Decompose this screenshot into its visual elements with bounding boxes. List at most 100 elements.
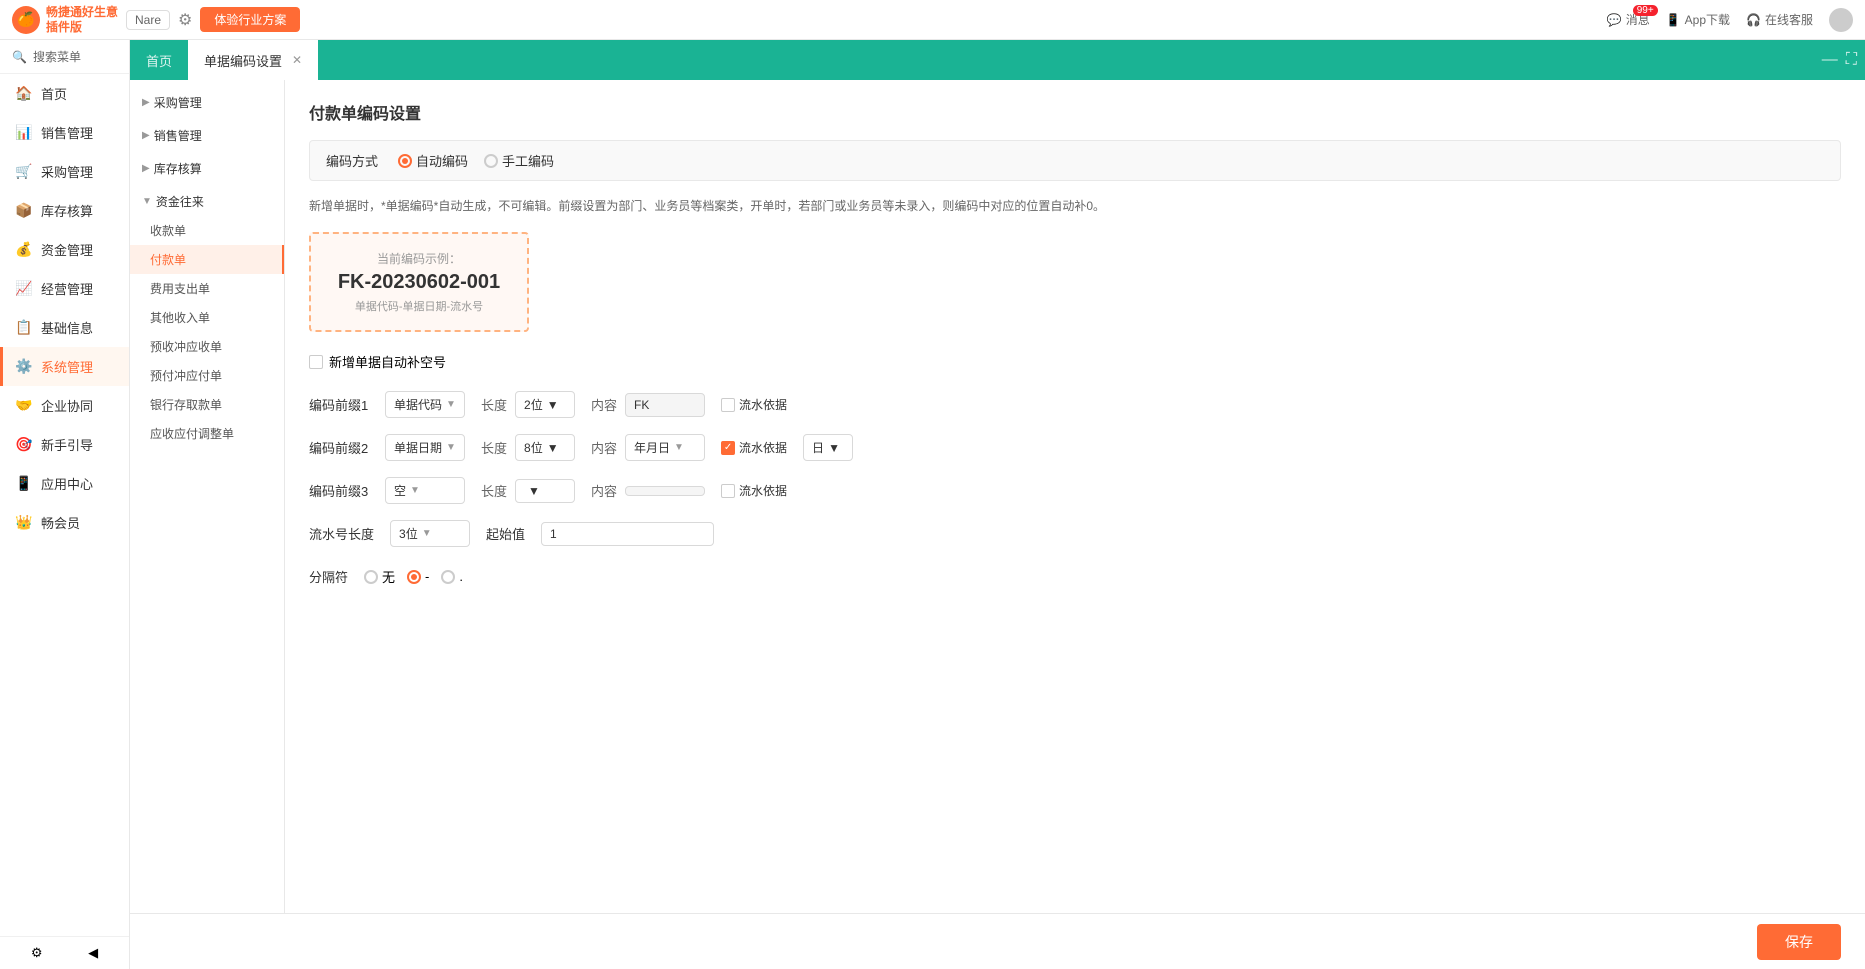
preview-box: 当前编码示例： FK-20230602-001 单据代码-单据日期-流水号 bbox=[309, 232, 529, 332]
tab-expand-icon[interactable]: ⛶ bbox=[1846, 51, 1857, 69]
length2-select[interactable]: 8位 ▼ bbox=[515, 434, 575, 461]
search-icon: 🔍 bbox=[12, 50, 27, 64]
nav-item-prepayment-receivable[interactable]: 预收冲应收单 bbox=[130, 332, 284, 361]
sidebar-item-finance[interactable]: 💰 资金管理 bbox=[0, 230, 129, 269]
start-value-input[interactable] bbox=[541, 522, 714, 546]
content3-label: 内容 bbox=[591, 481, 617, 500]
save-button[interactable]: 保存 bbox=[1757, 924, 1841, 960]
length1-select[interactable]: 2位 ▼ bbox=[515, 391, 575, 418]
sep-none-radio[interactable]: 无 bbox=[364, 567, 395, 586]
system-icon: ⚙️ bbox=[15, 358, 33, 376]
sidebar-item-home[interactable]: 🏠 首页 bbox=[0, 74, 129, 113]
nav-item-bank[interactable]: 银行存取款单 bbox=[130, 390, 284, 419]
workspace-dropdown[interactable]: Nare bbox=[126, 10, 170, 30]
content-area: 首页 单据编码设置 ✕ — ⛶ ▶ 采购管理 bbox=[130, 40, 1865, 969]
separator-options: 无 - . bbox=[364, 567, 463, 586]
sidebar-item-inventory[interactable]: 📦 库存核算 bbox=[0, 191, 129, 230]
settings-bottom-icon[interactable]: ⚙ bbox=[31, 945, 43, 961]
app-download-btn[interactable]: 📱 App下载 bbox=[1666, 11, 1730, 28]
tab-bar: 首页 单据编码设置 ✕ — ⛶ bbox=[130, 40, 1865, 80]
tab-encoding-settings[interactable]: 单据编码设置 ✕ bbox=[188, 40, 318, 80]
user-avatar[interactable] bbox=[1829, 8, 1853, 32]
nav-item-adjust[interactable]: 应收应付调整单 bbox=[130, 419, 284, 448]
nav-section-sales-header[interactable]: ▶ 销售管理 bbox=[130, 121, 284, 150]
auto-encoding-radio[interactable]: 自动编码 bbox=[398, 151, 468, 170]
page-title: 付款单编码设置 bbox=[309, 100, 1841, 124]
member-icon: 👑 bbox=[15, 514, 33, 532]
sidebar-item-enterprise[interactable]: 🤝 企业协同 bbox=[0, 386, 129, 425]
sidebar-item-guide[interactable]: 🎯 新手引导 bbox=[0, 425, 129, 464]
length1-label: 长度 bbox=[481, 395, 507, 414]
tab-minimize-icon[interactable]: — bbox=[1822, 51, 1838, 69]
basic-icon: 📋 bbox=[15, 319, 33, 337]
prefix3-select[interactable]: 空 ▼ bbox=[385, 477, 465, 504]
nav-item-payment[interactable]: 付款单 bbox=[130, 245, 284, 274]
service-icon: 🎧 bbox=[1746, 13, 1761, 27]
manual-encoding-radio[interactable]: 手工编码 bbox=[484, 151, 554, 170]
auto-fill-checkbox[interactable] bbox=[309, 355, 323, 369]
serial-length-label: 流水号长度 bbox=[309, 524, 374, 543]
sep-dot-dot bbox=[441, 570, 455, 584]
sidebar-item-member[interactable]: 👑 畅会员 bbox=[0, 503, 129, 542]
preview-desc: 单据代码-单据日期-流水号 bbox=[335, 298, 503, 314]
serial-length-select[interactable]: 3位 ▼ bbox=[390, 520, 470, 547]
collapse-icon[interactable]: ◀ bbox=[88, 945, 98, 961]
sidebar-item-operation[interactable]: 📈 经营管理 bbox=[0, 269, 129, 308]
separator-label: 分隔符 bbox=[309, 567, 348, 586]
nav-item-prepayment-payable[interactable]: 预付冲应付单 bbox=[130, 361, 284, 390]
sep-dash-char: - bbox=[425, 569, 429, 584]
sep-dot-radio[interactable]: . bbox=[441, 569, 463, 584]
day-select[interactable]: 日 ▼ bbox=[803, 434, 853, 461]
sidebar-item-purchase[interactable]: 🛒 采购管理 bbox=[0, 152, 129, 191]
industry-btn[interactable]: 体验行业方案 bbox=[200, 7, 300, 32]
prefix2-select[interactable]: 单据日期 ▼ bbox=[385, 434, 465, 461]
sep-dash-radio[interactable]: - bbox=[407, 569, 429, 584]
manual-radio-dot bbox=[484, 154, 498, 168]
top-bar-right: 💬 消息 99+ 📱 App下载 🎧 在线客服 bbox=[1607, 8, 1853, 32]
purchase-icon: 🛒 bbox=[15, 163, 33, 181]
sidebar-bottom: ⚙ ◀ bbox=[0, 936, 129, 969]
tab-home[interactable]: 首页 bbox=[130, 40, 188, 80]
online-service-btn[interactable]: 🎧 在线客服 bbox=[1746, 11, 1813, 28]
search-menu[interactable]: 🔍 搜索菜单 bbox=[0, 40, 129, 74]
nav-item-other-income[interactable]: 其他收入单 bbox=[130, 303, 284, 332]
sidebar-item-sales[interactable]: 📊 销售管理 bbox=[0, 113, 129, 152]
chevron-down-icon-c2: ▼ bbox=[674, 442, 684, 453]
length2-label: 长度 bbox=[481, 438, 507, 457]
content1-input: FK bbox=[625, 393, 705, 417]
nav-section-capital: ▼ 资金往来 收款单 付款单 费用支出单 其他收入单 预收冲应收单 预付冲应付单… bbox=[130, 187, 284, 448]
tab-close-btn[interactable]: ✕ bbox=[292, 53, 302, 67]
sep-dash-dot bbox=[407, 570, 421, 584]
content2-select[interactable]: 年月日 ▼ bbox=[625, 434, 705, 461]
content1-label: 内容 bbox=[591, 395, 617, 414]
settings-icon[interactable]: ⚙ bbox=[178, 10, 192, 30]
serial-checkbox-3[interactable] bbox=[721, 484, 735, 498]
top-bar-left: 🍊 畅捷通好生意 插件版 Nare ⚙ 体验行业方案 bbox=[12, 5, 300, 34]
message-badge: 99+ bbox=[1633, 5, 1658, 16]
content-group-3: 内容 bbox=[591, 481, 705, 500]
home-icon: 🏠 bbox=[15, 85, 33, 103]
finance-icon: 💰 bbox=[15, 241, 33, 259]
sales-icon: 📊 bbox=[15, 124, 33, 142]
prefix1-select[interactable]: 单据代码 ▼ bbox=[385, 391, 465, 418]
serial-check-3: 流水依据 bbox=[721, 482, 787, 499]
left-nav: ▶ 采购管理 ▶ 销售管理 ▶ 库存核算 bbox=[130, 80, 285, 913]
sidebar-item-apps[interactable]: 📱 应用中心 bbox=[0, 464, 129, 503]
nav-section-inventory-header[interactable]: ▶ 库存核算 bbox=[130, 154, 284, 183]
separator-row: 分隔符 无 - . bbox=[309, 567, 1841, 586]
logo-icon: 🍊 bbox=[12, 6, 40, 34]
sidebar-item-basic[interactable]: 📋 基础信息 bbox=[0, 308, 129, 347]
nav-section-capital-header[interactable]: ▼ 资金往来 bbox=[130, 187, 284, 216]
top-bar-controls: Nare ⚙ 体验行业方案 bbox=[126, 7, 300, 32]
serial-checkbox-1[interactable] bbox=[721, 398, 735, 412]
nav-item-expense[interactable]: 费用支出单 bbox=[130, 274, 284, 303]
length3-select[interactable]: ▼ bbox=[515, 479, 575, 503]
serial-checkbox-2[interactable]: ✓ bbox=[721, 441, 735, 455]
sidebar-item-system[interactable]: ⚙️ 系统管理 bbox=[0, 347, 129, 386]
message-btn[interactable]: 💬 消息 99+ bbox=[1607, 11, 1650, 28]
prefix2-label: 编码前缀2 bbox=[309, 438, 369, 457]
operation-icon: 📈 bbox=[15, 280, 33, 298]
nav-item-receipt[interactable]: 收款单 bbox=[130, 216, 284, 245]
sep-dot-char: . bbox=[459, 569, 463, 584]
nav-section-purchase-header[interactable]: ▶ 采购管理 bbox=[130, 88, 284, 117]
